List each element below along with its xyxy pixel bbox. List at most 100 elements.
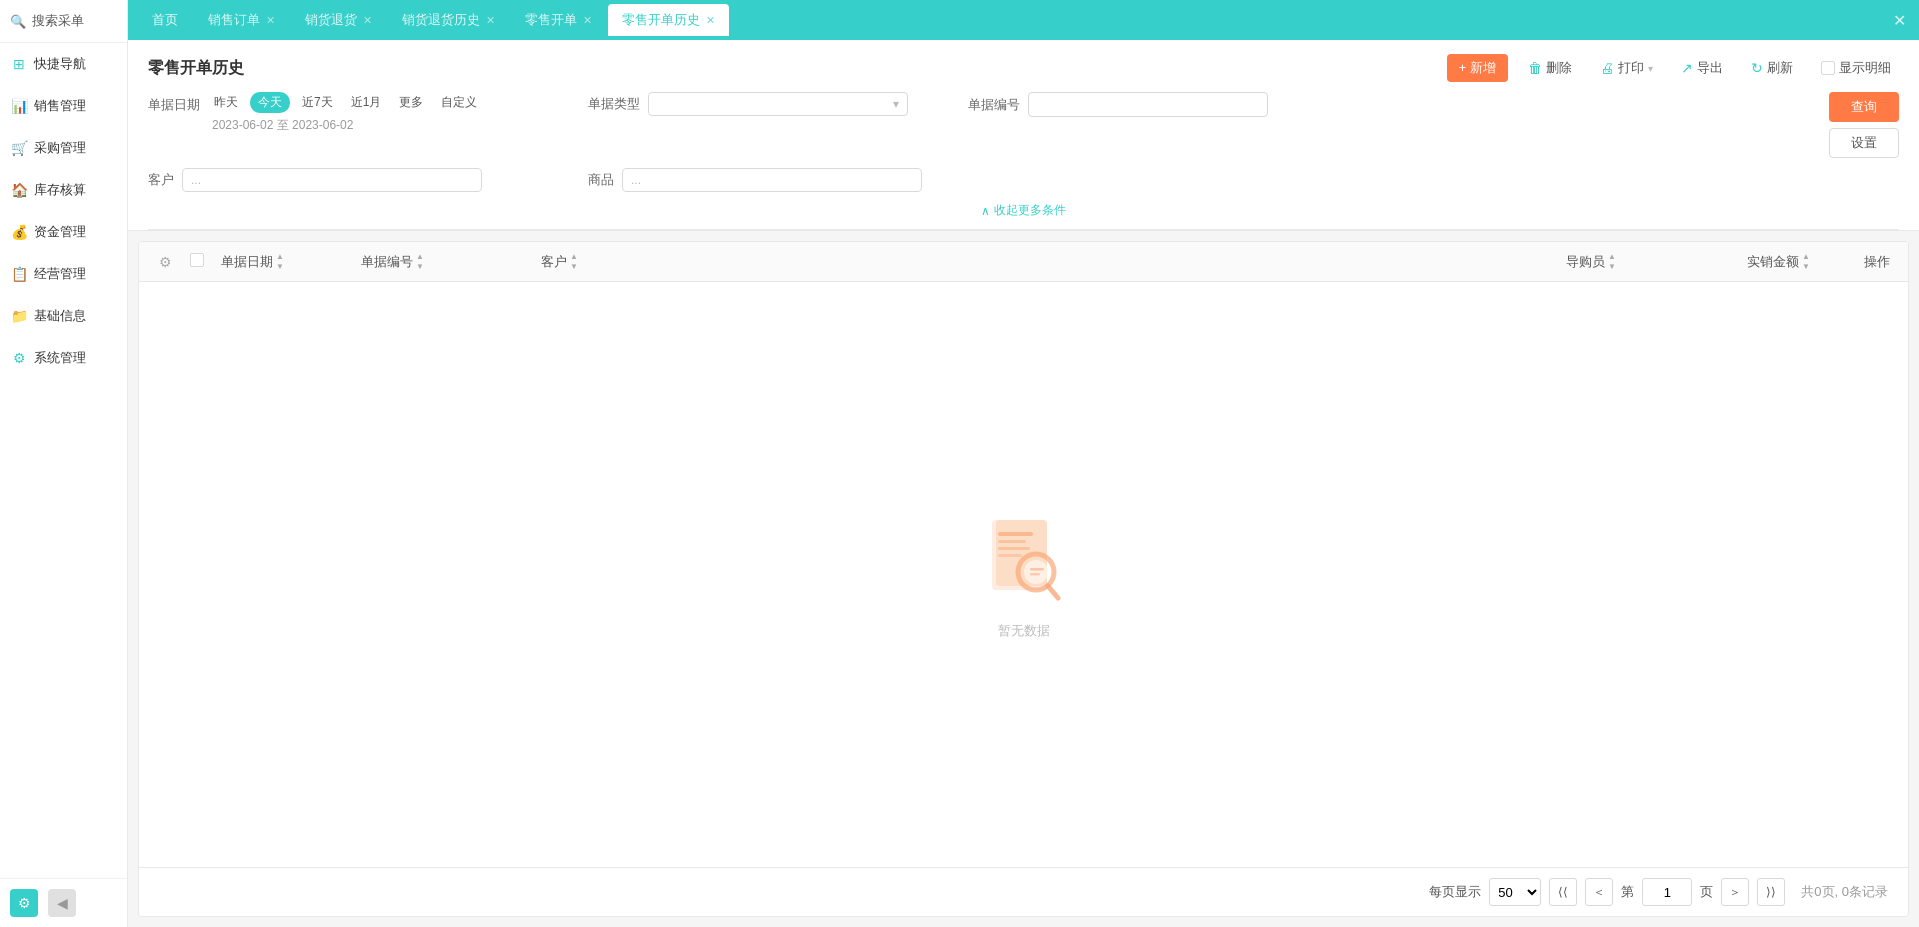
print-button-label: 打印 (1618, 59, 1644, 77)
sidebar-item-inventory[interactable]: 🏠 库存核算 (0, 169, 127, 211)
display-cols-label: 显示明细 (1839, 59, 1891, 77)
table-wrapper: ⚙ 单据日期 ▲ ▼ 单据编号 ▲ ▼ (138, 241, 1909, 917)
date-btn-yesterday[interactable]: 昨天 (208, 92, 244, 113)
sidebar-item-label: 系统管理 (34, 349, 86, 367)
page-number-input[interactable] (1642, 878, 1692, 906)
sidebar-item-quick-nav[interactable]: ⊞ 快捷导航 (0, 43, 127, 85)
page-prev-btn[interactable]: ＜ (1585, 878, 1613, 906)
filter-date-btns: 昨天 今天 近7天 近1月 更多 自定义 (208, 92, 483, 113)
filter-row-1: 单据日期 昨天 今天 近7天 近1月 更多 自定义 2023-06-02 至 2… (148, 92, 1899, 158)
export-button[interactable]: ↗ 导出 (1673, 55, 1731, 81)
filter-settings-button[interactable]: 设置 (1829, 128, 1899, 158)
sidebar-item-label: 经营管理 (34, 265, 86, 283)
quick-nav-icon: ⊞ (10, 56, 28, 72)
doc-type-arrow-icon: ▾ (893, 97, 899, 111)
refresh-button-label: 刷新 (1767, 59, 1793, 77)
collapse-arrow-icon: ∧ (981, 204, 990, 218)
display-cols-button[interactable]: 显示明细 (1813, 55, 1899, 81)
sidebar-item-system[interactable]: ⚙ 系统管理 (0, 337, 127, 379)
refresh-icon: ↻ (1751, 60, 1763, 76)
page-header: 零售开单历史 + 新增 🗑 删除 🖨 打印 ▾ ↗ (128, 40, 1919, 231)
th-sn-sort-icon[interactable]: ▲ ▼ (416, 252, 424, 271)
content-area: 零售开单历史 + 新增 🗑 删除 🖨 打印 ▾ ↗ (128, 40, 1919, 927)
date-btn-custom[interactable]: 自定义 (435, 92, 483, 113)
th-guide-sort-icon[interactable]: ▲ ▼ (1608, 252, 1616, 271)
tab-sales-return-history-close[interactable]: ✕ (486, 14, 495, 27)
date-range-text: 2023-06-02 至 2023-06-02 (212, 117, 483, 134)
th-sn: 单据编号 ▲ ▼ (353, 252, 533, 271)
tab-sales-order-label: 销售订单 (208, 11, 260, 29)
display-cols-checkbox (1821, 61, 1835, 75)
tab-retail-open-history-label: 零售开单历史 (622, 11, 700, 29)
th-settings[interactable]: ⚙ (149, 254, 181, 270)
customer-select[interactable]: ... (182, 168, 482, 192)
system-icon: ⚙ (10, 350, 28, 366)
tab-retail-open-history[interactable]: 零售开单历史 ✕ (608, 4, 729, 36)
sales-mgmt-icon: 📊 (10, 98, 28, 114)
th-checkbox[interactable] (181, 253, 213, 271)
page-last-btn[interactable]: ⟩⟩ (1757, 878, 1785, 906)
sidebar-item-basics[interactable]: 📁 基础信息 (0, 295, 127, 337)
tab-retail-open-close[interactable]: ✕ (583, 14, 592, 27)
window-close-btn[interactable]: ✕ (1889, 10, 1909, 30)
svg-rect-3 (998, 540, 1026, 543)
sidebar-item-operations[interactable]: 📋 经营管理 (0, 253, 127, 295)
th-sn-label: 单据编号 (361, 253, 413, 271)
tab-retail-open-history-close[interactable]: ✕ (706, 14, 715, 27)
svg-point-7 (1024, 560, 1048, 584)
sidebar-item-label: 基础信息 (34, 307, 86, 325)
sidebar-collapse-icon: ◀ (57, 895, 68, 911)
doc-no-input[interactable] (1028, 92, 1268, 117)
per-page-select[interactable]: 50 10 20 100 (1489, 878, 1541, 906)
tab-sales-return-close[interactable]: ✕ (363, 14, 372, 27)
th-date-label: 单据日期 (221, 253, 273, 271)
tab-sales-return-history[interactable]: 销货退货历史 ✕ (388, 4, 509, 36)
print-button[interactable]: 🖨 打印 ▾ (1592, 55, 1661, 81)
product-select[interactable]: ... (622, 168, 922, 192)
query-button[interactable]: 查询 (1829, 92, 1899, 122)
new-button[interactable]: + 新增 (1447, 54, 1508, 82)
date-btn-today[interactable]: 今天 (250, 92, 290, 113)
date-btn-last7[interactable]: 近7天 (296, 92, 339, 113)
tab-sales-return[interactable]: 销货退货 ✕ (291, 4, 386, 36)
tab-sales-order-close[interactable]: ✕ (266, 14, 275, 27)
customer-label: 客户 (148, 171, 174, 189)
th-amount-sort-icon[interactable]: ▲ ▼ (1802, 252, 1810, 271)
sidebar-collapse-btn[interactable]: ◀ (48, 889, 76, 917)
delete-button[interactable]: 🗑 删除 (1520, 55, 1580, 81)
sidebar: 🔍 搜索采单 ⊞ 快捷导航 📊 销售管理 🛒 采购管理 🏠 库存核算 💰 资金管… (0, 0, 128, 927)
th-customer-sort-icon[interactable]: ▲ ▼ (570, 252, 578, 271)
collapse-filter-label: 收起更多条件 (994, 202, 1066, 219)
sidebar-item-purchase-mgmt[interactable]: 🛒 采购管理 (0, 127, 127, 169)
purchase-mgmt-icon: 🛒 (10, 140, 28, 156)
th-op: 操作 (1818, 253, 1898, 271)
filter-action-btns: 查询 设置 (1829, 92, 1899, 158)
date-btn-more[interactable]: 更多 (393, 92, 429, 113)
sidebar-settings-btn[interactable]: ⚙ (10, 889, 38, 917)
filter-row-2: 客户 ... 商品 ... (148, 168, 1899, 192)
page-first-btn[interactable]: ⟨⟨ (1549, 878, 1577, 906)
table-body: 暂无数据 (139, 282, 1908, 867)
print-icon: 🖨 (1600, 60, 1614, 76)
tab-retail-open[interactable]: 零售开单 ✕ (511, 4, 606, 36)
sidebar-item-sales-mgmt[interactable]: 📊 销售管理 (0, 85, 127, 127)
date-btn-last1m[interactable]: 近1月 (345, 92, 388, 113)
doc-type-select[interactable]: ▾ (648, 92, 908, 116)
tab-sales-order[interactable]: 销售订单 ✕ (194, 4, 289, 36)
sidebar-item-label: 快捷导航 (34, 55, 86, 73)
th-date-sort-icon[interactable]: ▲ ▼ (276, 252, 284, 271)
page-next-btn[interactable]: ＞ (1721, 878, 1749, 906)
select-all-checkbox[interactable] (190, 253, 204, 267)
th-customer-label: 客户 (541, 253, 567, 271)
tab-home[interactable]: 首页 (138, 4, 192, 36)
tab-sales-return-history-label: 销货退货历史 (402, 11, 480, 29)
collapse-filter-btn[interactable]: ∧ 收起更多条件 (981, 202, 1066, 219)
sidebar-search[interactable]: 🔍 搜索采单 (0, 0, 127, 43)
print-chevron-icon: ▾ (1648, 63, 1653, 74)
product-placeholder: ... (631, 173, 641, 187)
delete-icon: 🗑 (1528, 60, 1542, 76)
refresh-button[interactable]: ↻ 刷新 (1743, 55, 1801, 81)
sidebar-item-finance[interactable]: 💰 资金管理 (0, 211, 127, 253)
doc-type-label: 单据类型 (588, 95, 640, 113)
search-icon: 🔍 (10, 14, 26, 29)
